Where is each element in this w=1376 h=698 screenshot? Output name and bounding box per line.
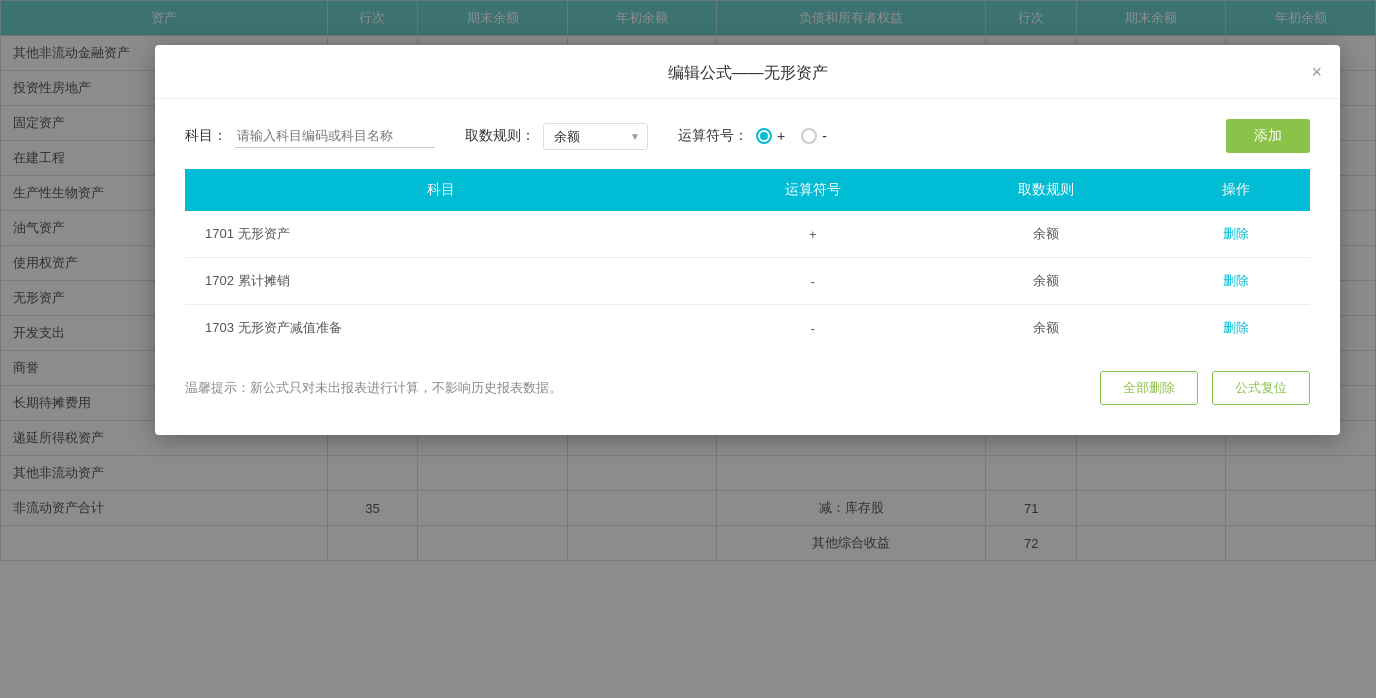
formula-row: 1703 无形资产减值准备-余额 删除 (185, 305, 1310, 352)
formula-table-wrap: 科目 运算符号 取数规则 操作 1701 无形资产+余额删除1702 累计摊销-… (185, 169, 1310, 351)
modal-dialog: 编辑公式——无形资产 × 科目： 取数规则： 余额 借方 贷方 借方发生额 贷方… (155, 45, 1340, 435)
formula-table: 科目 运算符号 取数规则 操作 1701 无形资产+余额删除1702 累计摊销-… (185, 169, 1310, 351)
radio-plus-circle (756, 128, 772, 144)
modal-close-button[interactable]: × (1311, 63, 1322, 81)
operator-label: 运算符号： (678, 127, 748, 145)
col-subject: 科目 (185, 169, 696, 211)
footer-tip: 温馨提示：新公式只对未出报表进行计算，不影响历史报表数据。 (185, 379, 562, 397)
formula-action: 删除 (1163, 305, 1310, 352)
formula-subject: 1703 无形资产减值准备 (185, 305, 696, 352)
footer-buttons: 全部删除 公式复位 (1100, 371, 1310, 405)
modal-footer: 温馨提示：新公式只对未出报表进行计算，不影响历史报表数据。 全部删除 公式复位 (155, 351, 1340, 405)
operator-plus-radio[interactable]: + (756, 128, 785, 144)
formula-operator: + (696, 211, 929, 258)
form-row: 科目： 取数规则： 余额 借方 贷方 借方发生额 贷方发生额 ▼ 运算符号： (155, 99, 1340, 169)
formula-subject: 1701 无形资产 (185, 211, 696, 258)
operator-minus-radio[interactable]: - (801, 128, 827, 144)
rule-label: 取数规则： (465, 127, 535, 145)
formula-rule: 余额 (929, 305, 1162, 352)
radio-minus-circle (801, 128, 817, 144)
delete-row-button[interactable]: 删除 (1223, 225, 1249, 243)
operator-minus-label: - (822, 128, 827, 144)
rule-field-group: 取数规则： 余额 借方 贷方 借方发生额 贷方发生额 ▼ (465, 123, 648, 150)
subject-label: 科目： (185, 127, 227, 145)
formula-rule: 余额 (929, 211, 1162, 258)
delete-all-button[interactable]: 全部删除 (1100, 371, 1198, 405)
formula-action: 删除 (1163, 258, 1310, 305)
reset-formula-button[interactable]: 公式复位 (1212, 371, 1310, 405)
delete-row-button[interactable]: 删除 (1223, 272, 1249, 290)
col-rule: 取数规则 (929, 169, 1162, 211)
formula-operator: - (696, 258, 929, 305)
col-operator: 运算符号 (696, 169, 929, 211)
table-header-row: 科目 运算符号 取数规则 操作 (185, 169, 1310, 211)
formula-action: 删除 (1163, 211, 1310, 258)
add-button[interactable]: 添加 (1226, 119, 1310, 153)
col-action: 操作 (1163, 169, 1310, 211)
operator-field-group: 运算符号： + - (678, 127, 827, 145)
rule-select[interactable]: 余额 借方 贷方 借方发生额 贷方发生额 (543, 123, 648, 150)
operator-radio-group: + - (756, 128, 827, 144)
formula-operator: - (696, 305, 929, 352)
modal-header: 编辑公式——无形资产 × (155, 45, 1340, 99)
subject-input[interactable] (235, 124, 435, 148)
subject-field-group: 科目： (185, 124, 435, 148)
formula-subject: 1702 累计摊销 (185, 258, 696, 305)
delete-row-button[interactable]: 删除 (1223, 319, 1249, 337)
rule-select-wrapper: 余额 借方 贷方 借方发生额 贷方发生额 ▼ (543, 123, 648, 150)
formula-rule: 余额 (929, 258, 1162, 305)
modal-title: 编辑公式——无形资产 (668, 63, 828, 84)
formula-row: 1701 无形资产+余额 删除 (185, 211, 1310, 258)
formula-row: 1702 累计摊销-余额 删除 (185, 258, 1310, 305)
operator-plus-label: + (777, 128, 785, 144)
